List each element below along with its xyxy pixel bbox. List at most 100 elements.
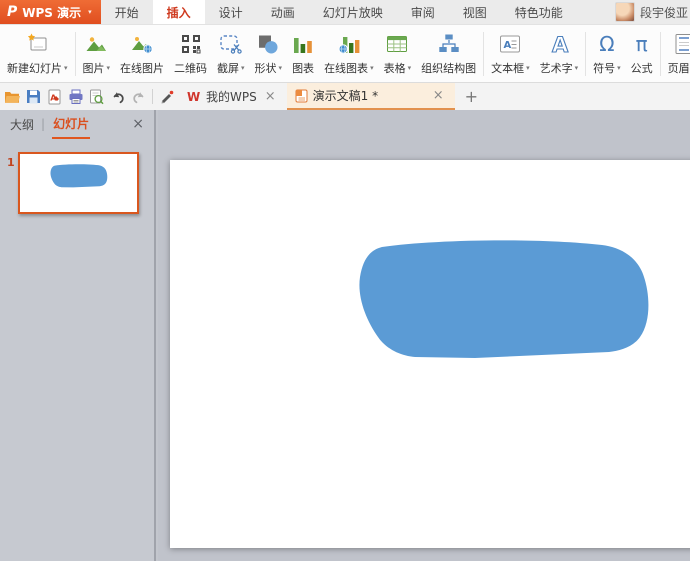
chevron-down-icon: ▾	[241, 64, 245, 72]
chart-icon	[292, 30, 314, 58]
wps-logo-button[interactable]: P WPS 演示 ▾	[0, 0, 101, 24]
screenshot-button[interactable]: 截屏▾	[212, 26, 250, 82]
redo-button[interactable]	[128, 86, 149, 108]
slides-panel: 大纲 | 幻灯片 × 1	[0, 110, 156, 561]
orgchart-button[interactable]: 组织结构图	[416, 26, 481, 82]
customize-toolbar-button[interactable]	[156, 86, 177, 108]
new-document-tab-button[interactable]: +	[455, 83, 488, 110]
tab-review[interactable]: 审阅	[397, 0, 449, 24]
new-slide-label: 新建幻灯片	[7, 60, 62, 76]
screenshot-label: 截屏	[217, 60, 239, 76]
online-chart-label: 在线图表	[324, 60, 368, 76]
new-slide-icon	[24, 30, 50, 58]
doctab-label: 演示文稿1 *	[313, 87, 425, 104]
chevron-down-icon: ▾	[526, 64, 530, 72]
online-chart-button[interactable]: 在线图表▾	[319, 26, 379, 82]
wordart-label: 艺术字	[540, 60, 573, 76]
tab-home[interactable]: 开始	[101, 0, 153, 24]
quick-access-toolbar: A	[0, 83, 179, 110]
shapes-label: 形状	[255, 60, 277, 76]
insert-ribbon: 新建幻灯片▾ 图片▾ 在线图片 二维码 截屏▾	[0, 25, 690, 83]
wordart-icon: A	[547, 30, 571, 58]
chevron-down-icon: ▾	[370, 64, 374, 72]
chevron-down-icon: ▾	[64, 64, 68, 72]
tab-insert[interactable]: 插入	[153, 0, 205, 24]
tab-view[interactable]: 视图	[449, 0, 501, 24]
document-tab-bar: A W 我的WPS × 演示文稿1 *	[0, 83, 690, 110]
slides-panel-header: 大纲 | 幻灯片 ×	[0, 110, 154, 138]
ribbon-group-divider	[660, 32, 661, 76]
header-footer-button[interactable]: 页眉和	[663, 26, 690, 82]
save-button[interactable]	[23, 86, 44, 108]
undo-button[interactable]	[107, 86, 128, 108]
doctab-my-wps[interactable]: W 我的WPS ×	[179, 83, 287, 110]
wps-presentation-window: P WPS 演示 ▾ 开始 插入 设计 动画 幻灯片放映 审阅 视图 特色功能 …	[0, 0, 690, 561]
outline-tab[interactable]: 大纲	[10, 116, 34, 133]
chart-label: 图表	[292, 60, 314, 76]
export-pdf-button[interactable]: A	[44, 86, 65, 108]
user-name: 段宇俊亚	[640, 4, 688, 21]
slide-thumbnail-1[interactable]	[18, 152, 139, 214]
symbol-label: 符号	[593, 60, 615, 76]
symbol-button[interactable]: Ω 符号▾	[588, 26, 626, 82]
chevron-down-icon: ▾	[107, 64, 111, 72]
svg-text:A: A	[504, 40, 512, 51]
slide-1[interactable]	[170, 160, 690, 548]
ribbon-group-divider	[585, 32, 586, 76]
tab-slideshow[interactable]: 幻灯片放映	[309, 0, 397, 24]
slide-number: 1	[7, 156, 15, 169]
panel-tab-divider: |	[41, 117, 45, 131]
menu-bar: P WPS 演示 ▾ 开始 插入 设计 动画 幻灯片放映 审阅 视图 特色功能 …	[0, 0, 690, 25]
close-icon[interactable]: ×	[430, 88, 447, 103]
header-footer-label: 页眉和	[668, 60, 690, 76]
print-preview-button[interactable]	[86, 86, 107, 108]
chevron-down-icon: ▾	[279, 64, 283, 72]
tab-design[interactable]: 设计	[205, 0, 257, 24]
print-button[interactable]	[65, 86, 86, 108]
wps-w-icon: W	[187, 90, 201, 103]
svg-text:A: A	[552, 33, 569, 57]
open-file-button[interactable]	[2, 86, 23, 108]
qrcode-label: 二维码	[174, 60, 207, 76]
wordart-button[interactable]: A 艺术字▾	[535, 26, 584, 82]
online-chart-icon	[337, 30, 361, 58]
chevron-down-icon: ▾	[408, 64, 412, 72]
shapes-icon	[256, 30, 280, 58]
slides-tab[interactable]: 幻灯片	[52, 110, 90, 139]
picture-icon	[84, 30, 108, 58]
user-avatar[interactable]	[615, 2, 635, 22]
qrcode-icon	[180, 30, 202, 58]
orgchart-icon	[437, 30, 461, 58]
doctab-presentation1[interactable]: 演示文稿1 * ×	[287, 83, 455, 110]
online-picture-button[interactable]: 在线图片	[115, 26, 169, 82]
shapes-button[interactable]: 形状▾	[250, 26, 288, 82]
close-panel-icon[interactable]: ×	[132, 116, 144, 132]
qrcode-button[interactable]: 二维码	[169, 26, 212, 82]
wps-logo-icon: P	[7, 4, 17, 20]
tab-animation[interactable]: 动画	[257, 0, 309, 24]
toolbar-divider	[152, 89, 153, 104]
online-picture-label: 在线图片	[120, 60, 164, 76]
picture-label: 图片	[83, 60, 105, 76]
tab-special-features[interactable]: 特色功能	[501, 0, 577, 24]
ribbon-group-divider	[75, 32, 76, 76]
formula-label: 公式	[631, 60, 653, 76]
online-picture-icon	[130, 30, 154, 58]
header-footer-icon	[672, 30, 690, 58]
slide-shape-preview	[50, 163, 108, 189]
user-account[interactable]: 段宇俊亚	[615, 0, 690, 24]
table-label: 表格	[384, 60, 406, 76]
picture-button[interactable]: 图片▾	[78, 26, 116, 82]
textbox-button[interactable]: A 文本框▾	[486, 26, 535, 82]
formula-button[interactable]: π 公式	[626, 26, 658, 82]
table-button[interactable]: 表格▾	[379, 26, 417, 82]
slide-canvas-area[interactable]	[158, 110, 690, 561]
chevron-down-icon: ▾	[575, 64, 579, 72]
logo-dropdown-icon: ▾	[88, 8, 92, 16]
doctab-label: 我的WPS	[206, 88, 257, 105]
chart-button[interactable]: 图表	[287, 26, 319, 82]
rounded-rectangle-shape[interactable]	[357, 238, 652, 362]
new-slide-button[interactable]: 新建幻灯片▾	[2, 26, 73, 82]
close-icon[interactable]: ×	[262, 89, 279, 104]
screenshot-icon	[218, 30, 244, 58]
